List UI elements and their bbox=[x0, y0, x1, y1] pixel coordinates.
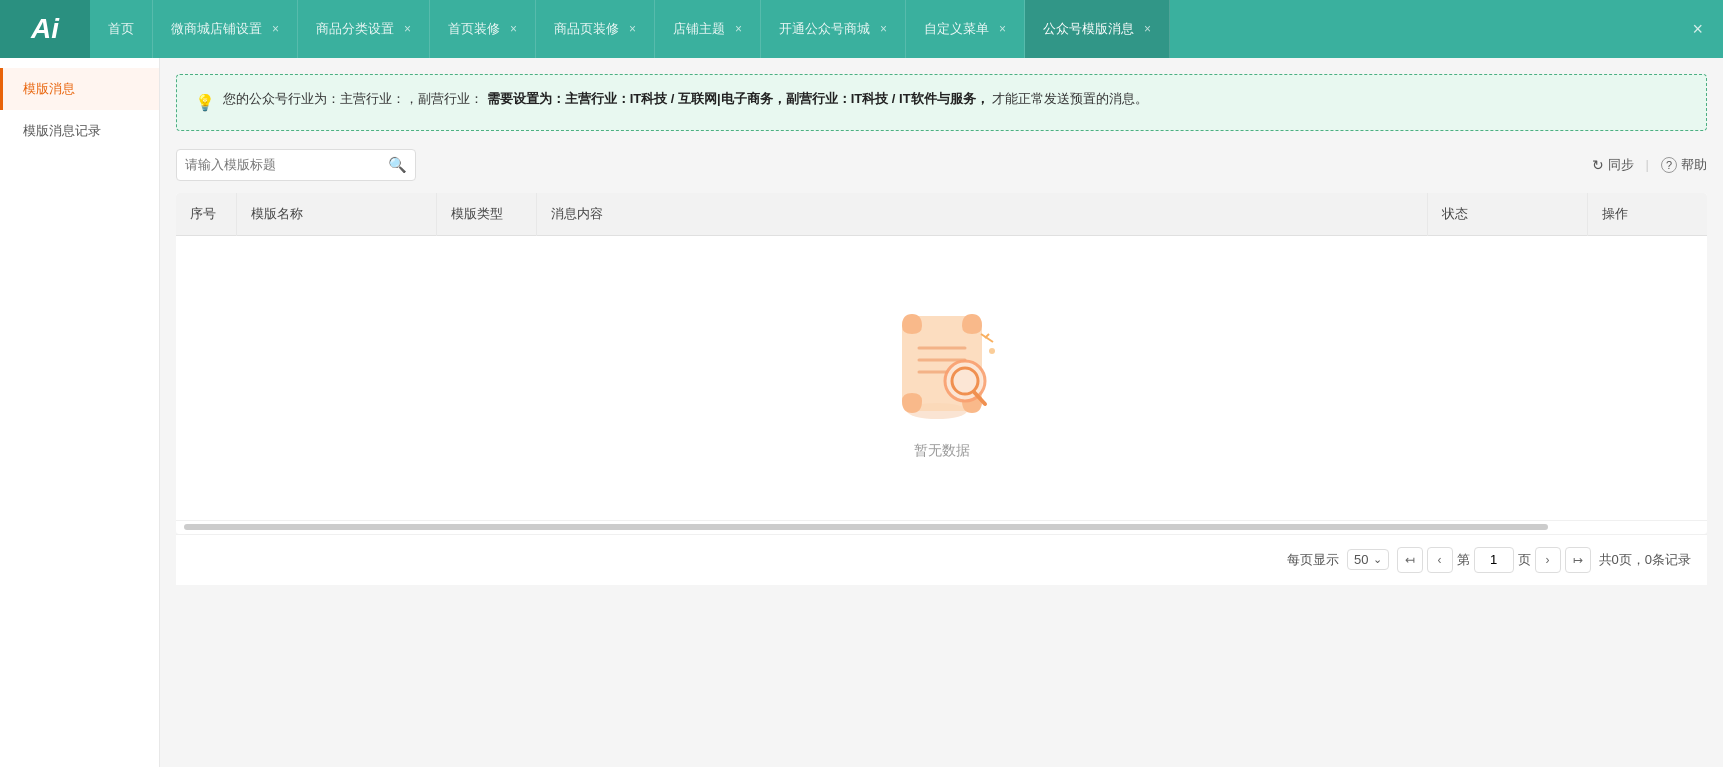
toolbar-divider: | bbox=[1646, 157, 1649, 172]
sidebar-item-template-message[interactable]: 模版消息 bbox=[0, 68, 159, 110]
close-all-tabs-button[interactable]: × bbox=[1672, 19, 1723, 40]
notice-banner: 💡 您的公众号行业为：主营行业：，副营行业： 需要设置为：主营行业：IT科技 /… bbox=[176, 74, 1707, 131]
sidebar-item-template-message-record[interactable]: 模版消息记录 bbox=[0, 110, 159, 152]
col-status: 状态 bbox=[1427, 193, 1587, 236]
chevron-down-icon: ⌄ bbox=[1373, 553, 1382, 566]
page-label-suffix: 页 bbox=[1518, 551, 1531, 569]
col-name: 模版名称 bbox=[236, 193, 436, 236]
page-nav: ↤ ‹ 第 页 › ↦ bbox=[1397, 547, 1591, 573]
empty-state: 暂无数据 bbox=[176, 236, 1707, 520]
tab-open-mall[interactable]: 开通公众号商城 × bbox=[761, 0, 906, 58]
sidebar: 模版消息 模版消息记录 bbox=[0, 58, 160, 767]
col-content: 消息内容 bbox=[536, 193, 1427, 236]
search-icon[interactable]: 🔍 bbox=[388, 156, 407, 174]
col-type: 模版类型 bbox=[436, 193, 536, 236]
page-size-value: 50 bbox=[1354, 552, 1368, 567]
svg-point-9 bbox=[989, 348, 995, 354]
tab-close-home-decoration[interactable]: × bbox=[510, 22, 517, 36]
tab-shop-settings[interactable]: 微商城店铺设置 × bbox=[153, 0, 298, 58]
tab-close-template-message[interactable]: × bbox=[1144, 22, 1151, 36]
data-table: 序号 模版名称 模版类型 消息内容 状态 操作 bbox=[176, 193, 1707, 534]
tab-close-product-decoration[interactable]: × bbox=[629, 22, 636, 36]
first-page-button[interactable]: ↤ bbox=[1397, 547, 1423, 573]
tab-bar: Ai 首页 微商城店铺设置 × 商品分类设置 × 首页装修 × 商品页装修 × … bbox=[0, 0, 1723, 58]
next-page-button[interactable]: › bbox=[1535, 547, 1561, 573]
empty-state-row: 暂无数据 bbox=[176, 235, 1707, 534]
sync-icon: ↻ bbox=[1592, 157, 1604, 173]
page-size-select[interactable]: 50 ⌄ bbox=[1347, 549, 1388, 570]
search-box: 🔍 bbox=[176, 149, 416, 181]
tab-home[interactable]: 首页 bbox=[90, 0, 153, 58]
tab-custom-menu[interactable]: 自定义菜单 × bbox=[906, 0, 1025, 58]
notice-prefix: 您的公众号行业为：主营行业：，副营行业： bbox=[223, 91, 483, 106]
tab-template-message[interactable]: 公众号模版消息 × bbox=[1025, 0, 1170, 58]
tab-product-decoration[interactable]: 商品页装修 × bbox=[536, 0, 655, 58]
help-button[interactable]: ? 帮助 bbox=[1661, 156, 1707, 174]
tab-close-shop-settings[interactable]: × bbox=[272, 22, 279, 36]
scroll-track[interactable] bbox=[176, 520, 1707, 534]
notice-suffix: 才能正常发送预置的消息。 bbox=[992, 91, 1148, 106]
total-info: 共0页，0条记录 bbox=[1599, 551, 1691, 569]
main-content: 💡 您的公众号行业为：主营行业：，副营行业： 需要设置为：主营行业：IT科技 /… bbox=[160, 58, 1723, 767]
scroll-thumb bbox=[184, 524, 1548, 530]
prev-page-button[interactable]: ‹ bbox=[1427, 547, 1453, 573]
tab-home-decoration[interactable]: 首页装修 × bbox=[430, 0, 536, 58]
col-action: 操作 bbox=[1587, 193, 1707, 236]
page-label-prefix: 第 bbox=[1457, 551, 1470, 569]
tab-close-category-settings[interactable]: × bbox=[404, 22, 411, 36]
tab-close-custom-menu[interactable]: × bbox=[999, 22, 1006, 36]
main-layout: 模版消息 模版消息记录 💡 您的公众号行业为：主营行业：，副营行业： 需要设置为… bbox=[0, 58, 1723, 767]
col-index: 序号 bbox=[176, 193, 236, 236]
page-size-label: 每页显示 bbox=[1287, 551, 1339, 569]
tab-close-store-theme[interactable]: × bbox=[735, 22, 742, 36]
toolbar: 🔍 ↻ 同步 | ? 帮助 bbox=[176, 149, 1707, 181]
tab-store-theme[interactable]: 店铺主题 × bbox=[655, 0, 761, 58]
tab-category-settings[interactable]: 商品分类设置 × bbox=[298, 0, 430, 58]
notice-highlight: 需要设置为：主营行业：IT科技 / 互联网|电子商务，副营行业：IT科技 / I… bbox=[487, 91, 989, 106]
help-icon: ? bbox=[1661, 157, 1677, 173]
toolbar-right: ↻ 同步 | ? 帮助 bbox=[1592, 156, 1707, 174]
tab-close-open-mall[interactable]: × bbox=[880, 22, 887, 36]
empty-illustration bbox=[877, 296, 1007, 426]
last-page-button[interactable]: ↦ bbox=[1565, 547, 1591, 573]
app-logo: Ai bbox=[0, 0, 90, 58]
notice-icon: 💡 bbox=[195, 90, 215, 116]
page-input[interactable] bbox=[1474, 547, 1514, 573]
pagination: 每页显示 50 ⌄ ↤ ‹ 第 页 › ↦ 共0页，0条记录 bbox=[176, 534, 1707, 585]
sync-button[interactable]: ↻ 同步 bbox=[1592, 156, 1634, 174]
empty-state-text: 暂无数据 bbox=[914, 442, 970, 460]
table-header-row: 序号 模版名称 模版类型 消息内容 状态 操作 bbox=[176, 193, 1707, 236]
search-input[interactable] bbox=[185, 157, 388, 172]
